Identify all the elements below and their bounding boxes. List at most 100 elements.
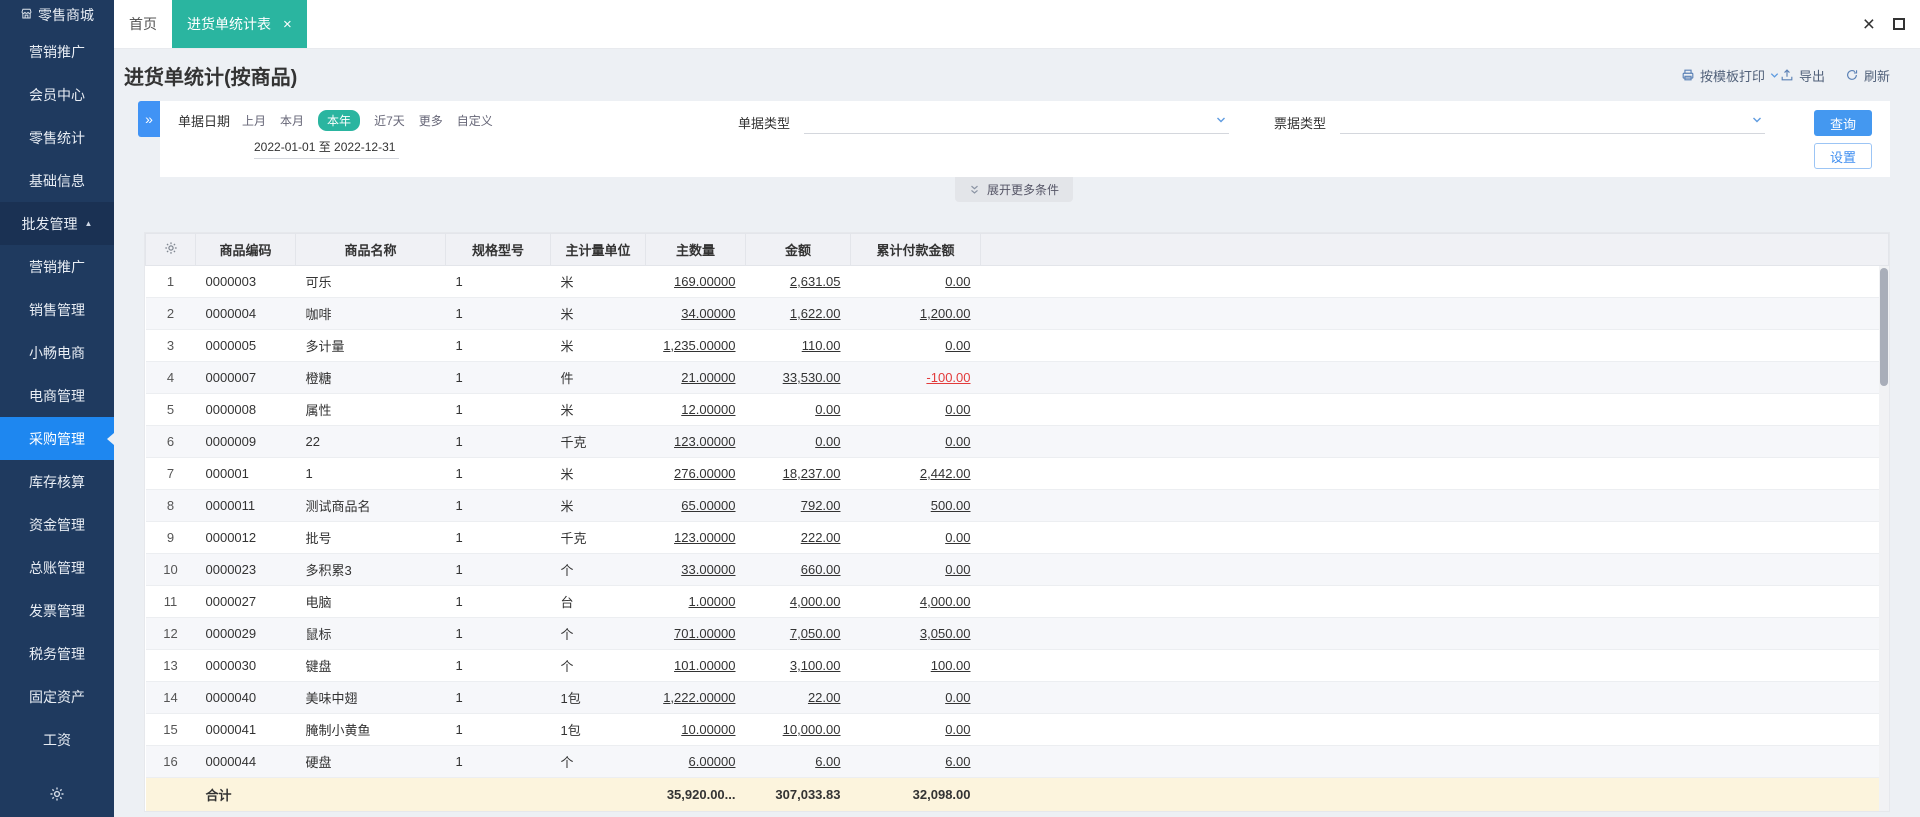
amount-drilldown-link[interactable]: 0.00 [815, 434, 840, 449]
qty-drilldown-link[interactable]: 6.00000 [689, 754, 736, 769]
paid-drilldown-link[interactable]: 0.00 [945, 338, 970, 353]
qty-drilldown-link[interactable]: 10.00000 [681, 722, 735, 737]
table-row[interactable]: 3 0000005 多计量 1 米 1,235.00000 110.00 0.00 [145, 329, 1889, 362]
paid-drilldown-link[interactable]: 500.00 [931, 498, 971, 513]
table-row[interactable]: 4 0000007 橙糖 1 件 21.00000 33,530.00 -100.00 [145, 361, 1889, 394]
date-quick-更多[interactable]: 更多 [419, 112, 443, 129]
table-row[interactable]: 7 000001 1 1 米 276.00000 18,237.00 2,442.00 [145, 457, 1889, 490]
paid-drilldown-link[interactable]: 0.00 [945, 434, 970, 449]
refresh-button[interactable]: 刷新 [1845, 66, 1890, 85]
qty-drilldown-link[interactable]: 123.00000 [674, 434, 735, 449]
amount-drilldown-link[interactable]: 18,237.00 [783, 466, 841, 481]
sidebar-item-工资[interactable]: 工资 [0, 718, 114, 761]
sidebar-item-基础信息[interactable]: 基础信息 [0, 159, 114, 202]
column-header-累计付款金额[interactable]: 累计付款金额 [850, 233, 981, 266]
qty-drilldown-link[interactable]: 33.00000 [681, 562, 735, 577]
qty-drilldown-link[interactable]: 34.00000 [681, 306, 735, 321]
amount-drilldown-link[interactable]: 660.00 [801, 562, 841, 577]
sidebar-settings-gear-icon[interactable] [0, 771, 114, 817]
amount-drilldown-link[interactable]: 22.00 [808, 690, 841, 705]
tab-home[interactable]: 首页 [114, 0, 172, 48]
sidebar-item-采购管理[interactable]: 采购管理 [0, 417, 114, 460]
table-row[interactable]: 1 0000003 可乐 1 米 169.00000 2,631.05 0.00 [145, 265, 1889, 298]
column-header-主数量[interactable]: 主数量 [645, 233, 746, 266]
query-button[interactable]: 查询 [1814, 110, 1872, 136]
sidebar-item-零售统计[interactable]: 零售统计 [0, 116, 114, 159]
qty-drilldown-link[interactable]: 123.00000 [674, 530, 735, 545]
amount-drilldown-link[interactable]: 3,100.00 [790, 658, 841, 673]
sidebar-item-销售管理[interactable]: 销售管理 [0, 288, 114, 331]
table-row[interactable]: 16 0000044 硬盘 1 个 6.00000 6.00 6.00 [145, 745, 1889, 778]
sidebar-item-发票管理[interactable]: 发票管理 [0, 589, 114, 632]
sidebar-item-税务管理[interactable]: 税务管理 [0, 632, 114, 675]
amount-drilldown-link[interactable]: 33,530.00 [783, 370, 841, 385]
qty-drilldown-link[interactable]: 1,235.00000 [663, 338, 735, 353]
amount-drilldown-link[interactable]: 2,631.05 [790, 274, 841, 289]
table-row[interactable]: 15 0000041 腌制小黄鱼 1 1包 10.00000 10,000.00 0.00 [145, 713, 1889, 746]
paid-drilldown-link[interactable]: 0.00 [945, 274, 970, 289]
qty-drilldown-link[interactable]: 21.00000 [681, 370, 735, 385]
qty-drilldown-link[interactable]: 701.00000 [674, 626, 735, 641]
date-quick-上月[interactable]: 上月 [242, 112, 266, 129]
doc-type-select[interactable] [804, 110, 1229, 134]
sidebar-item-会员中心[interactable]: 会员中心 [0, 73, 114, 116]
paid-drilldown-link[interactable]: 3,050.00 [920, 626, 971, 641]
table-row[interactable]: 2 0000004 咖啡 1 米 34.00000 1,622.00 1,200.00 [145, 297, 1889, 330]
paid-drilldown-link[interactable]: 0.00 [945, 722, 970, 737]
sidebar-item-资金管理[interactable]: 资金管理 [0, 503, 114, 546]
amount-drilldown-link[interactable]: 222.00 [801, 530, 841, 545]
tab-close-icon[interactable]: × [283, 17, 292, 32]
paid-drilldown-link[interactable]: 0.00 [945, 530, 970, 545]
qty-drilldown-link[interactable]: 276.00000 [674, 466, 735, 481]
export-button[interactable]: 导出 [1780, 66, 1825, 85]
qty-drilldown-link[interactable]: 1.00000 [689, 594, 736, 609]
table-row[interactable]: 14 0000040 美味中翅 1 1包 1,222.00000 22.00 0.00 [145, 681, 1889, 714]
sidebar-item-固定资产[interactable]: 固定资产 [0, 675, 114, 718]
table-row[interactable]: 10 0000023 多积累3 1 个 33.00000 660.00 0.00 [145, 553, 1889, 586]
sidebar-item-营销推广[interactable]: 营销推广 [0, 30, 114, 73]
date-quick-自定义[interactable]: 自定义 [457, 112, 493, 129]
qty-drilldown-link[interactable]: 101.00000 [674, 658, 735, 673]
column-header-商品编码[interactable]: 商品编码 [195, 233, 296, 266]
sidebar-item-库存核算[interactable]: 库存核算 [0, 460, 114, 503]
sidebar-item-批发管理[interactable]: 批发管理 ▲ [0, 202, 114, 245]
table-row[interactable]: 13 0000030 键盘 1 个 101.00000 3,100.00 100.00 [145, 649, 1889, 682]
sidebar-item-零售商城[interactable]: 零售商城 [0, 0, 114, 30]
column-header-主计量单位[interactable]: 主计量单位 [550, 233, 646, 266]
date-quick-近7天[interactable]: 近7天 [374, 112, 405, 129]
table-row[interactable]: 6 0000009 22 1 千克 123.00000 0.00 0.00 [145, 425, 1889, 458]
paid-drilldown-link[interactable]: 1,200.00 [920, 306, 971, 321]
amount-drilldown-link[interactable]: 0.00 [815, 402, 840, 417]
sidebar-item-电商管理[interactable]: 电商管理 [0, 374, 114, 417]
amount-drilldown-link[interactable]: 1,622.00 [790, 306, 841, 321]
tab-purchase-stats[interactable]: 进货单统计表 × [172, 0, 307, 48]
sidebar-item-营销推广[interactable]: 营销推广 [0, 245, 114, 288]
paid-drilldown-link[interactable]: 0.00 [945, 402, 970, 417]
amount-drilldown-link[interactable]: 6.00 [815, 754, 840, 769]
amount-drilldown-link[interactable]: 10,000.00 [783, 722, 841, 737]
amount-drilldown-link[interactable]: 4,000.00 [790, 594, 841, 609]
column-header-规格型号[interactable]: 规格型号 [445, 233, 551, 266]
close-icon[interactable]: × [1863, 14, 1875, 35]
table-row[interactable]: 9 0000012 批号 1 千克 123.00000 222.00 0.00 [145, 521, 1889, 554]
qty-drilldown-link[interactable]: 65.00000 [681, 498, 735, 513]
amount-drilldown-link[interactable]: 110.00 [802, 338, 841, 353]
date-quick-本年[interactable]: 本年 [318, 110, 361, 131]
table-scrollbar[interactable] [1879, 266, 1889, 811]
sidebar-item-小畅电商[interactable]: 小畅电商 [0, 331, 114, 374]
print-dropdown-chevron-icon[interactable] [1769, 70, 1780, 81]
column-header-金额[interactable]: 金额 [745, 233, 851, 266]
paid-drilldown-link[interactable]: 0.00 [945, 690, 970, 705]
paid-drilldown-link[interactable]: 6.00 [945, 754, 970, 769]
paid-drilldown-link[interactable]: 4,000.00 [920, 594, 971, 609]
column-settings-gear-icon[interactable] [145, 233, 196, 266]
expand-more-conditions-button[interactable]: 展开更多条件 [954, 177, 1073, 202]
settings-button[interactable]: 设置 [1814, 143, 1872, 169]
table-scrollbar-thumb[interactable] [1880, 268, 1888, 386]
filter-collapse-button[interactable]: » [138, 101, 160, 137]
column-header-商品名称[interactable]: 商品名称 [295, 233, 446, 266]
table-row[interactable]: 11 0000027 电脑 1 台 1.00000 4,000.00 4,000.00 [145, 585, 1889, 618]
amount-drilldown-link[interactable]: 792.00 [801, 498, 841, 513]
paid-drilldown-link[interactable]: 2,442.00 [920, 466, 971, 481]
bill-type-select[interactable] [1340, 110, 1765, 134]
